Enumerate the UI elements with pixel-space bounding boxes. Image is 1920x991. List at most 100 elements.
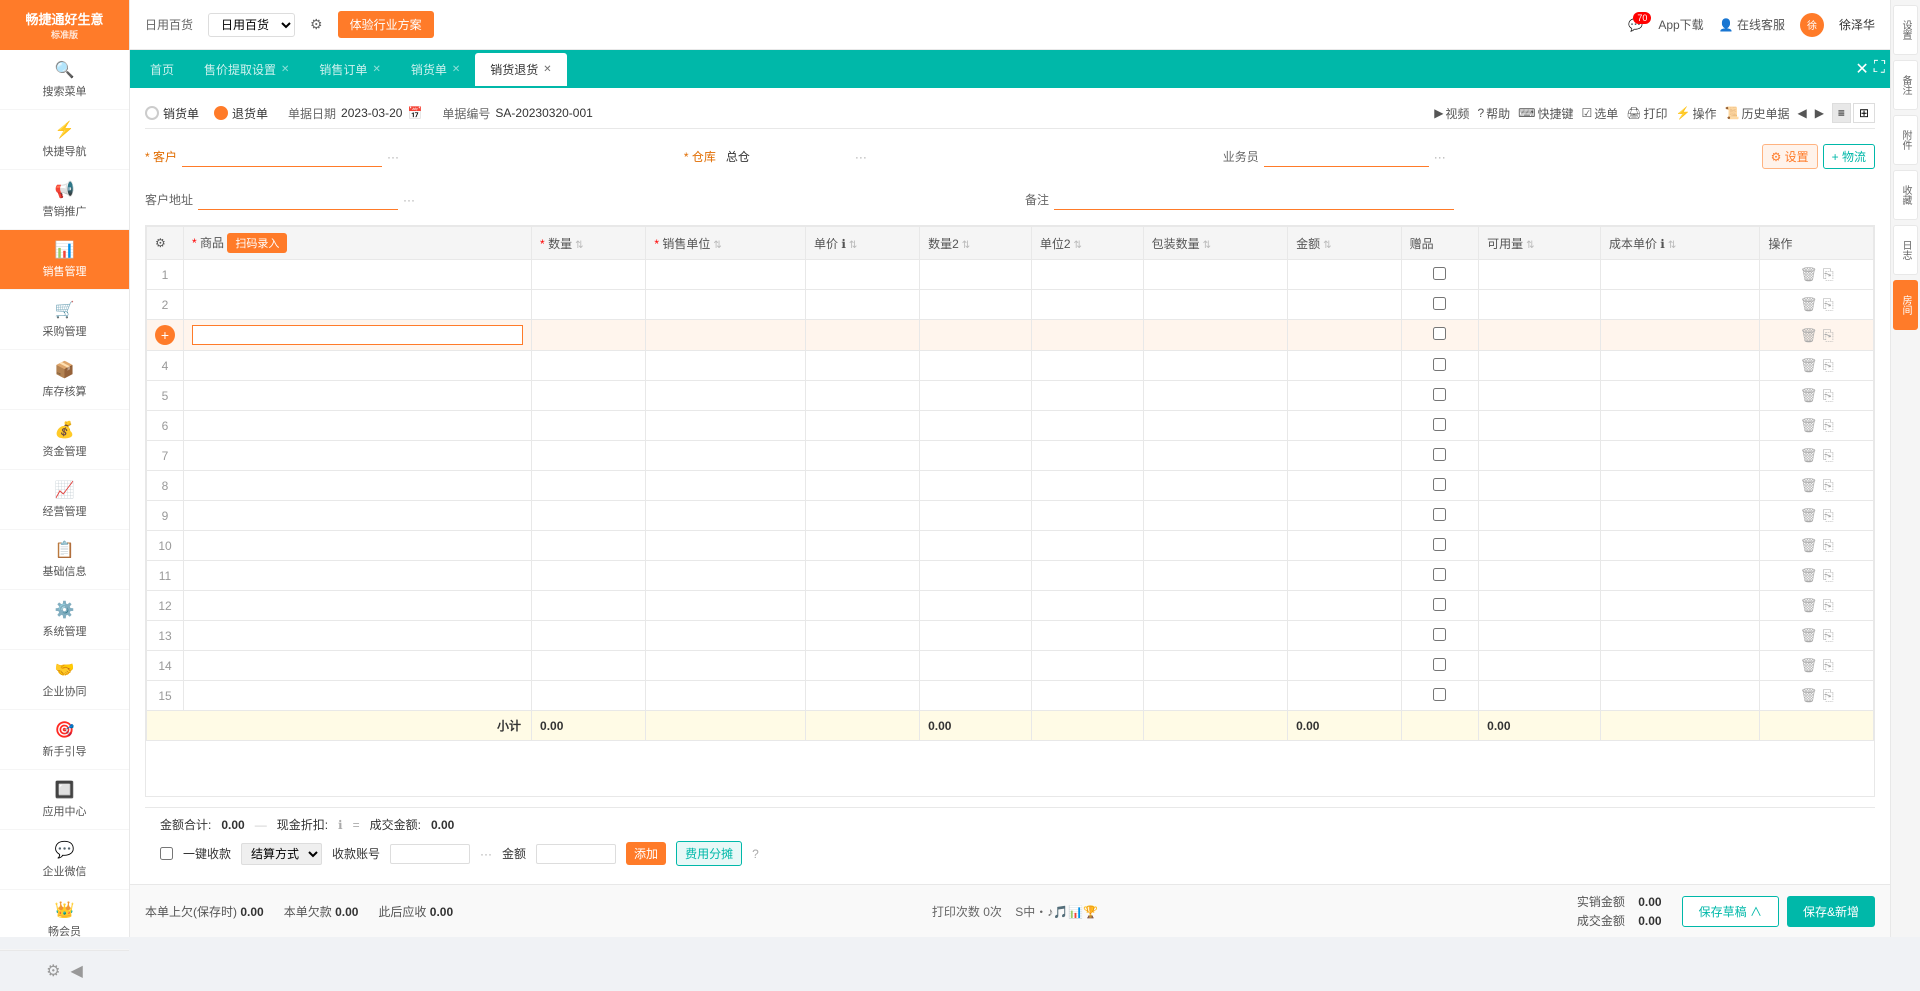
product-cell-5[interactable] [184,381,532,411]
unit-cell-14[interactable] [646,651,806,681]
qty-cell-2[interactable] [532,290,646,320]
unit2-cell-7[interactable] [1031,441,1143,471]
sidebar-item-purchase[interactable]: 🛒 采购管理 [0,290,129,350]
price-cell-6[interactable] [806,411,920,441]
unit-cell-9[interactable] [646,501,806,531]
unit2-cell-8[interactable] [1031,471,1143,501]
sidebar-settings-icon[interactable]: ⚙ [46,961,60,981]
delete-row-btn-3[interactable]: 🗑 [1800,327,1818,344]
tab-close-price-setup[interactable]: ✕ [281,64,289,75]
gift-cell-6[interactable] [1401,411,1479,441]
delete-row-btn-6[interactable]: 🗑 [1800,417,1818,434]
gift-cell-7[interactable] [1401,441,1479,471]
unit2-cell-14[interactable] [1031,651,1143,681]
qty2-cell-7[interactable] [920,441,1032,471]
gift-checkbox-6[interactable] [1433,418,1446,431]
unit2-cell-10[interactable] [1031,531,1143,561]
unit-cell-1[interactable] [646,260,806,290]
gift-checkbox-3[interactable] [1433,327,1446,340]
unit2-cell-11[interactable] [1031,561,1143,591]
delete-row-btn-12[interactable]: 🗑 [1800,597,1818,614]
view-table[interactable]: ≡ [1832,103,1851,123]
unit-cell-3[interactable] [646,320,806,351]
sidebar-item-appstore[interactable]: 🔲 应用中心 [0,770,129,830]
delete-row-btn-14[interactable]: 🗑 [1800,657,1818,674]
qty-cell-3[interactable] [532,320,646,351]
pkg-cell-5[interactable] [1143,381,1288,411]
warehouse-dots[interactable]: ··· [855,150,867,164]
cost-cell-12[interactable] [1600,591,1759,621]
price-cell-10[interactable] [806,531,920,561]
qty-cell-8[interactable] [532,471,646,501]
unit2-cell-6[interactable] [1031,411,1143,441]
copy-row-btn-10[interactable]: ⎘ [1823,537,1834,554]
sidebar-item-guide[interactable]: 🎯 新手引导 [0,710,129,770]
unit-cell-8[interactable] [646,471,806,501]
gift-checkbox-4[interactable] [1433,358,1446,371]
settings-btn[interactable]: ⚙ 设置 [1762,144,1818,169]
tab-close-all[interactable]: ✕ [1855,59,1868,79]
avail-sort-icon[interactable]: ⇅ [1526,240,1534,251]
qty-sort-icon[interactable]: ⇅ [575,240,583,251]
gift-checkbox-15[interactable] [1433,688,1446,701]
copy-row-btn-1[interactable]: ⎘ [1823,266,1834,283]
right-panel-favorite[interactable]: 收藏 [1893,170,1918,220]
copy-row-btn-12[interactable]: ⎘ [1823,597,1834,614]
customer-dots[interactable]: ··· [387,150,399,164]
sidebar-item-wechat[interactable]: 💬 企业微信 [0,830,129,890]
sidebar-item-enterprise[interactable]: 🤝 企业协同 [0,650,129,710]
qty-cell-9[interactable] [532,501,646,531]
pkg-cell-10[interactable] [1143,531,1288,561]
qty2-cell-3[interactable] [920,320,1032,351]
pkg-sort-icon[interactable]: ⇅ [1203,240,1211,251]
gift-cell-9[interactable] [1401,501,1479,531]
product-cell-1[interactable] [184,260,532,290]
unit2-cell-9[interactable] [1031,501,1143,531]
unit-sort-icon[interactable]: ⇅ [713,240,721,251]
cost-cell-9[interactable] [1600,501,1759,531]
qty-cell-15[interactable] [532,681,646,711]
unit2-cell-4[interactable] [1031,351,1143,381]
cost-cell-3[interactable] [1600,320,1759,351]
qty-cell-14[interactable] [532,651,646,681]
product-cell-11[interactable] [184,561,532,591]
pkg-cell-9[interactable] [1143,501,1288,531]
copy-row-btn-14[interactable]: ⎘ [1823,657,1834,674]
product-cell-14[interactable] [184,651,532,681]
gift-checkbox-1[interactable] [1433,267,1446,280]
available-cell-12[interactable] [1479,591,1601,621]
qty2-cell-12[interactable] [920,591,1032,621]
salesperson-dots[interactable]: ··· [1434,150,1446,164]
save-draft-btn[interactable]: 保存草稿 ∧ [1682,896,1779,927]
gift-checkbox-7[interactable] [1433,448,1446,461]
product-cell-8[interactable] [184,471,532,501]
amount-sort-icon[interactable]: ⇅ [1323,240,1331,251]
qty2-cell-15[interactable] [920,681,1032,711]
unit-cell-5[interactable] [646,381,806,411]
amount-cell-2[interactable] [1288,290,1401,320]
qty2-cell-8[interactable] [920,471,1032,501]
address-dots[interactable]: ··· [403,193,415,207]
product-input-3[interactable] [192,325,523,345]
delete-row-btn-10[interactable]: 🗑 [1800,537,1818,554]
add-cost-btn[interactable]: 添加 [626,842,666,865]
message-icon[interactable]: 💬 70 [1628,18,1643,32]
copy-row-btn-15[interactable]: ⎘ [1823,687,1834,704]
unit2-cell-15[interactable] [1031,681,1143,711]
copy-row-btn-2[interactable]: ⎘ [1823,296,1834,313]
sidebar-collapse-icon[interactable]: ◀ [71,961,83,981]
product-cell-3[interactable] [184,320,532,351]
pkg-cell-2[interactable] [1143,290,1288,320]
unit2-cell-5[interactable] [1031,381,1143,411]
available-cell-9[interactable] [1479,501,1601,531]
unit-cell-15[interactable] [646,681,806,711]
gift-cell-8[interactable] [1401,471,1479,501]
unit2-cell-3[interactable] [1031,320,1143,351]
logistics-btn[interactable]: + 物流 [1823,144,1875,169]
sidebar-item-shortcut[interactable]: ⚡ 快捷导航 [0,110,129,170]
amount-cell-14[interactable] [1288,651,1401,681]
radio-delivery[interactable]: 销货单 [145,105,199,122]
tab-home[interactable]: 首页 [135,53,189,86]
pkg-cell-8[interactable] [1143,471,1288,501]
gift-cell-13[interactable] [1401,621,1479,651]
